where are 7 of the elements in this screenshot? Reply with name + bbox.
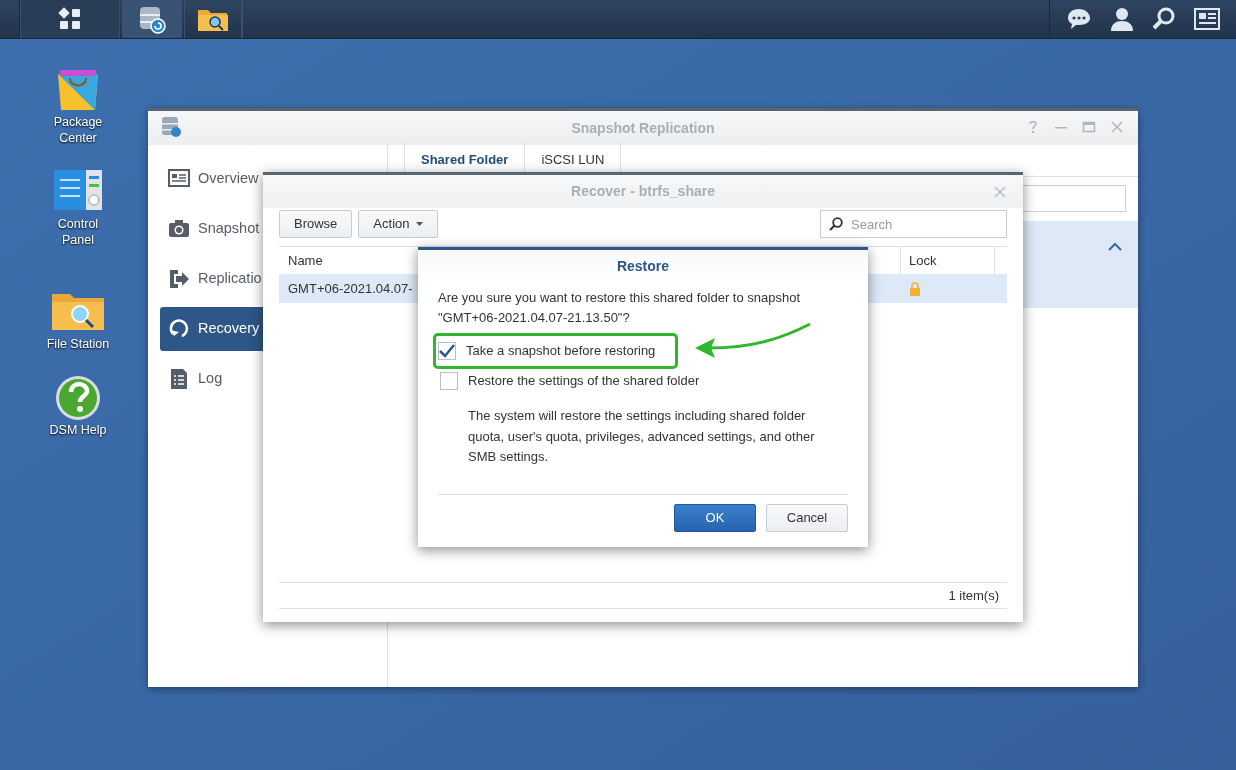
option-description: The system will restore the settings including shared folder quota, user's quota, privileges, advanced settings, and other SMB settings. bbox=[468, 407, 816, 466]
window-title: Snapshot Replication bbox=[571, 118, 715, 138]
table-cell: GMT+06-2021.04.07- bbox=[288, 280, 413, 296]
dialog-title: Restore bbox=[616, 256, 670, 276]
dialog-title: Recover - btrfs_share bbox=[571, 182, 715, 201]
confirmation-message: Are you sure you want to restore this shared folder to snapshot "GMT+06-2021.04.07-21.13.50"? bbox=[438, 289, 802, 327]
item-count: 1 item(s) bbox=[948, 586, 999, 605]
